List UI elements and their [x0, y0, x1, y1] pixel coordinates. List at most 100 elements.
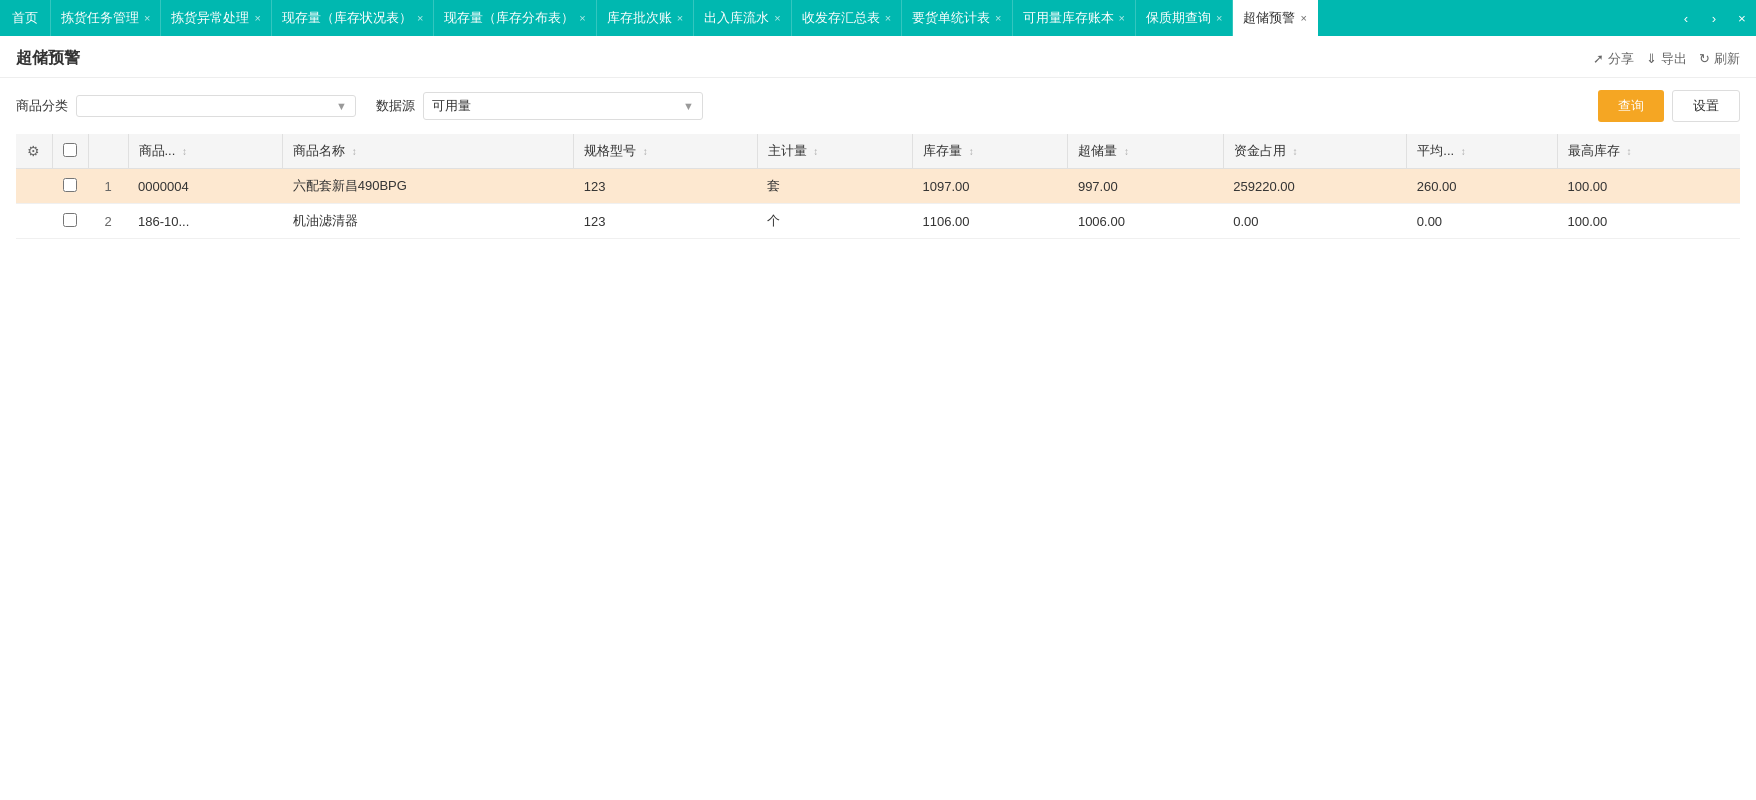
th-capital[interactable]: 资金占用 ↕ [1223, 134, 1407, 169]
row-checkbox[interactable] [63, 178, 77, 192]
query-button[interactable]: 查询 [1598, 90, 1664, 122]
th-spec-label: 规格型号 [584, 143, 636, 158]
row-checkbox[interactable] [63, 213, 77, 227]
th-max-stock-label: 最高库存 [1568, 143, 1620, 158]
nav-tab-tab8[interactable]: 要货单统计表 × [902, 0, 1012, 36]
select-all-checkbox[interactable] [63, 143, 77, 157]
page-header: 超储预警 ➚ 分享 ⇓ 导出 ↻ 刷新 [0, 36, 1756, 78]
nav-tab-close[interactable]: × [1300, 12, 1306, 24]
nav-tab-close[interactable]: × [1119, 12, 1125, 24]
nav-arrow-close[interactable]: × [1728, 0, 1756, 36]
td-product-code: 186-10... [128, 204, 283, 239]
category-select[interactable]: ▼ [76, 95, 356, 117]
sort-icon-capital: ↕ [1292, 146, 1297, 157]
th-overstock[interactable]: 超储量 ↕ [1068, 134, 1223, 169]
nav-tab-tab9[interactable]: 可用量库存账本 × [1013, 0, 1136, 36]
export-button[interactable]: ⇓ 导出 [1646, 50, 1687, 68]
td-product-code: 0000004 [128, 169, 283, 204]
datasource-filter: 数据源 可用量 ▼ [376, 92, 703, 120]
nav-tab-label: 超储预警 [1243, 9, 1295, 27]
datasource-select[interactable]: 可用量 ▼ [423, 92, 703, 120]
td-max-stock: 100.00 [1557, 169, 1740, 204]
share-icon: ➚ [1593, 51, 1604, 66]
sort-icon-unit: ↕ [813, 146, 818, 157]
th-checkbox[interactable] [52, 134, 88, 169]
td-settings [16, 204, 52, 239]
td-settings [16, 169, 52, 204]
nav-tab-tab5[interactable]: 库存批次账 × [597, 0, 694, 36]
nav-tab-tab3[interactable]: 现存量（库存状况表）× [272, 0, 434, 36]
nav-arrow-left[interactable]: ‹ [1672, 0, 1700, 36]
td-rownum: 1 [88, 169, 128, 204]
data-table: ⚙ 商品... ↕ 商品名称 ↕ 规格型号 [16, 134, 1740, 239]
datasource-label: 数据源 [376, 97, 415, 115]
th-product-name[interactable]: 商品名称 ↕ [283, 134, 574, 169]
nav-tab-close[interactable]: × [677, 12, 683, 24]
refresh-button[interactable]: ↻ 刷新 [1699, 50, 1740, 68]
th-product-code[interactable]: 商品... ↕ [128, 134, 283, 169]
nav-tab-close[interactable]: × [1216, 12, 1222, 24]
nav-tab-label: 收发存汇总表 [802, 9, 880, 27]
nav-tab-label: 库存批次账 [607, 9, 672, 27]
nav-tab-close[interactable]: × [579, 12, 585, 24]
th-overstock-label: 超储量 [1078, 143, 1117, 158]
th-product-name-label: 商品名称 [293, 143, 345, 158]
header-actions: ➚ 分享 ⇓ 导出 ↻ 刷新 [1593, 50, 1740, 68]
home-nav-item[interactable]: 首页 [0, 0, 51, 36]
table-header-row: ⚙ 商品... ↕ 商品名称 ↕ 规格型号 [16, 134, 1740, 169]
datasource-select-value: 可用量 [432, 97, 471, 115]
nav-tab-close[interactable]: × [995, 12, 1001, 24]
nav-tab-tab2[interactable]: 拣货异常处理× [161, 0, 271, 36]
th-stock[interactable]: 库存量 ↕ [913, 134, 1068, 169]
gear-icon: ⚙ [27, 143, 40, 159]
nav-tab-label: 要货单统计表 [912, 9, 990, 27]
top-navigation: 首页 拣货任务管理×拣货异常处理×现存量（库存状况表）×现存量（库存分布表）×库… [0, 0, 1756, 36]
filter-bar: 商品分类 ▼ 数据源 可用量 ▼ 查询 设置 [0, 78, 1756, 134]
td-checkbox[interactable] [52, 204, 88, 239]
sort-icon-overstock: ↕ [1124, 146, 1129, 157]
nav-tab-tab10[interactable]: 保质期查询× [1136, 0, 1233, 36]
th-avg[interactable]: 平均... ↕ [1407, 134, 1558, 169]
nav-tab-tab1[interactable]: 拣货任务管理 × [51, 0, 161, 36]
th-capital-label: 资金占用 [1234, 143, 1286, 158]
refresh-icon: ↻ [1699, 51, 1710, 66]
nav-arrow-right[interactable]: › [1700, 0, 1728, 36]
nav-tab-label: 拣货任务管理 [61, 9, 139, 27]
export-icon: ⇓ [1646, 51, 1657, 66]
sort-icon-spec: ↕ [643, 146, 648, 157]
th-max-stock[interactable]: 最高库存 ↕ [1557, 134, 1740, 169]
nav-tab-tab4[interactable]: 现存量（库存分布表）× [434, 0, 596, 36]
settings-button[interactable]: 设置 [1672, 90, 1740, 122]
th-unit[interactable]: 主计量 ↕ [757, 134, 912, 169]
nav-tab-close[interactable]: × [417, 12, 423, 24]
nav-tab-close[interactable]: × [254, 12, 260, 24]
td-checkbox[interactable] [52, 169, 88, 204]
page-content: 超储预警 ➚ 分享 ⇓ 导出 ↻ 刷新 商品分类 ▼ 数据源 [0, 36, 1756, 800]
table-wrapper: ⚙ 商品... ↕ 商品名称 ↕ 规格型号 [0, 134, 1756, 239]
filter-actions: 查询 设置 [1598, 90, 1740, 122]
nav-tab-close[interactable]: × [774, 12, 780, 24]
th-settings[interactable]: ⚙ [16, 134, 52, 169]
td-overstock: 1006.00 [1068, 204, 1223, 239]
sort-icon-max-stock: ↕ [1627, 146, 1632, 157]
td-unit: 套 [757, 169, 912, 204]
chevron-down-icon: ▼ [336, 100, 347, 112]
nav-tab-close[interactable]: × [144, 12, 150, 24]
td-stock: 1097.00 [913, 169, 1068, 204]
nav-tab-label: 出入库流水 [704, 9, 769, 27]
th-avg-label: 平均... [1417, 143, 1454, 158]
share-button[interactable]: ➚ 分享 [1593, 50, 1634, 68]
nav-tab-label: 可用量库存账本 [1023, 9, 1114, 27]
category-filter: 商品分类 ▼ [16, 95, 356, 117]
sort-icon-product-code: ↕ [182, 146, 187, 157]
th-stock-label: 库存量 [923, 143, 962, 158]
nav-tab-tab11[interactable]: 超储预警 × [1233, 0, 1317, 36]
nav-tab-tab6[interactable]: 出入库流水 × [694, 0, 791, 36]
td-spec: 123 [574, 204, 758, 239]
nav-tab-tab7[interactable]: 收发存汇总表 × [792, 0, 902, 36]
nav-tab-close[interactable]: × [885, 12, 891, 24]
th-unit-label: 主计量 [768, 143, 807, 158]
page-title: 超储预警 [16, 48, 80, 69]
th-spec[interactable]: 规格型号 ↕ [574, 134, 758, 169]
chevron-down-icon-2: ▼ [683, 100, 694, 112]
